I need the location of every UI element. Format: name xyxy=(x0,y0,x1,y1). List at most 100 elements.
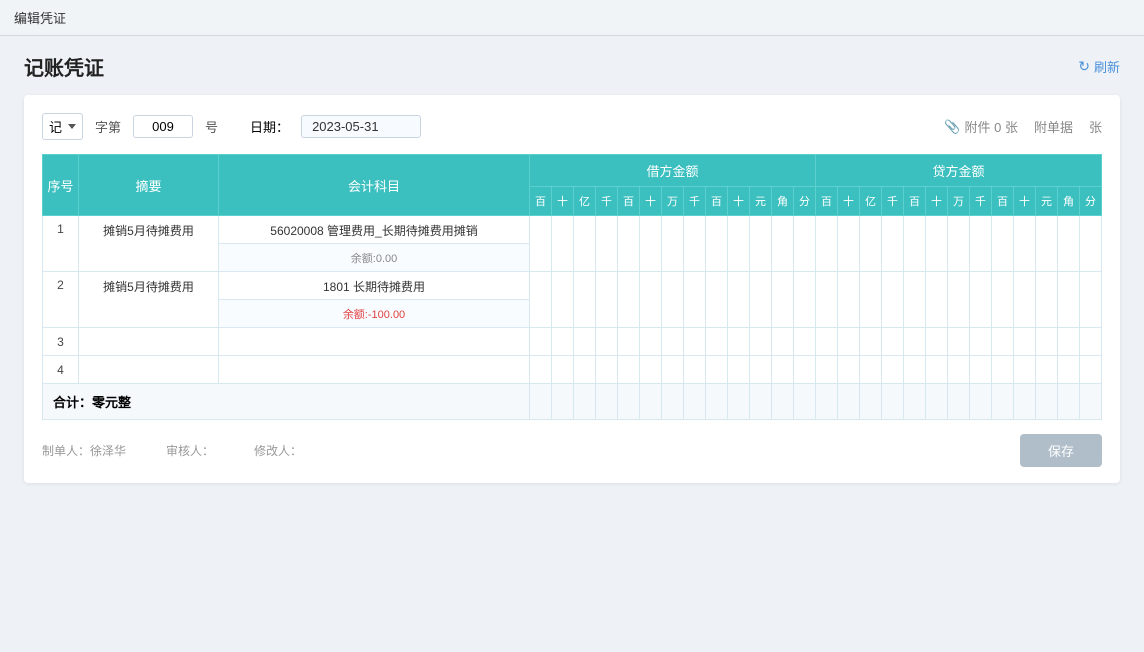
debit-cell-0-0[interactable] xyxy=(530,216,552,272)
credit-cell-0-10[interactable] xyxy=(1036,216,1058,272)
cell-summary-3[interactable] xyxy=(79,356,219,384)
debit-cell-1-7[interactable] xyxy=(684,272,706,328)
credit-cell-0-11[interactable] xyxy=(1058,216,1080,272)
cell-account-3[interactable] xyxy=(219,356,530,384)
debit-cell-0-4[interactable] xyxy=(618,216,640,272)
debit-cell-3-7[interactable] xyxy=(684,356,706,384)
debit-cell-2-12[interactable] xyxy=(794,328,816,356)
credit-cell-2-4[interactable] xyxy=(904,328,926,356)
debit-cell-0-12[interactable] xyxy=(794,216,816,272)
debit-cell-3-11[interactable] xyxy=(772,356,794,384)
debit-cell-3-1[interactable] xyxy=(552,356,574,384)
debit-cell-2-10[interactable] xyxy=(750,328,772,356)
credit-cell-1-4[interactable] xyxy=(904,272,926,328)
credit-cell-1-11[interactable] xyxy=(1058,272,1080,328)
credit-cell-2-3[interactable] xyxy=(882,328,904,356)
debit-cell-2-6[interactable] xyxy=(662,328,684,356)
credit-cell-2-5[interactable] xyxy=(926,328,948,356)
credit-cell-0-12[interactable] xyxy=(1080,216,1102,272)
debit-cell-0-3[interactable] xyxy=(596,216,618,272)
fudanju-label[interactable]: 附单据 xyxy=(1034,117,1073,136)
credit-cell-0-5[interactable] xyxy=(926,216,948,272)
debit-cell-1-0[interactable] xyxy=(530,272,552,328)
credit-cell-1-8[interactable] xyxy=(992,272,1014,328)
debit-cell-2-8[interactable] xyxy=(706,328,728,356)
cell-account-0[interactable]: 56020008 管理费用_长期待摊费用摊销 xyxy=(219,216,530,244)
debit-cell-1-1[interactable] xyxy=(552,272,574,328)
debit-cell-3-10[interactable] xyxy=(750,356,772,384)
refresh-button[interactable]: ↻ 刷新 xyxy=(1078,57,1120,76)
credit-cell-1-0[interactable] xyxy=(816,272,838,328)
debit-cell-0-6[interactable] xyxy=(662,216,684,272)
cell-summary-1[interactable]: 摊销5月待摊费用 xyxy=(79,272,219,328)
debit-cell-0-1[interactable] xyxy=(552,216,574,272)
debit-cell-1-2[interactable] xyxy=(574,272,596,328)
save-button[interactable]: 保存 xyxy=(1020,434,1102,467)
credit-cell-3-0[interactable] xyxy=(816,356,838,384)
credit-cell-3-4[interactable] xyxy=(904,356,926,384)
credit-cell-1-12[interactable] xyxy=(1080,272,1102,328)
cell-account-2[interactable] xyxy=(219,328,530,356)
ji-select[interactable]: 记 xyxy=(42,113,83,140)
credit-cell-0-7[interactable] xyxy=(970,216,992,272)
debit-cell-1-11[interactable] xyxy=(772,272,794,328)
cell-seq-0[interactable]: 1 xyxy=(43,216,79,272)
credit-cell-2-1[interactable] xyxy=(838,328,860,356)
credit-cell-3-11[interactable] xyxy=(1058,356,1080,384)
debit-cell-3-6[interactable] xyxy=(662,356,684,384)
credit-cell-0-4[interactable] xyxy=(904,216,926,272)
credit-cell-1-3[interactable] xyxy=(882,272,904,328)
debit-cell-3-5[interactable] xyxy=(640,356,662,384)
debit-cell-0-8[interactable] xyxy=(706,216,728,272)
credit-cell-2-9[interactable] xyxy=(1014,328,1036,356)
debit-cell-3-0[interactable] xyxy=(530,356,552,384)
debit-cell-1-6[interactable] xyxy=(662,272,684,328)
debit-cell-1-10[interactable] xyxy=(750,272,772,328)
debit-cell-0-7[interactable] xyxy=(684,216,706,272)
credit-cell-1-6[interactable] xyxy=(948,272,970,328)
credit-cell-1-7[interactable] xyxy=(970,272,992,328)
credit-cell-3-8[interactable] xyxy=(992,356,1014,384)
debit-cell-0-10[interactable] xyxy=(750,216,772,272)
credit-cell-3-3[interactable] xyxy=(882,356,904,384)
credit-cell-1-1[interactable] xyxy=(838,272,860,328)
credit-cell-0-9[interactable] xyxy=(1014,216,1036,272)
debit-cell-3-3[interactable] xyxy=(596,356,618,384)
debit-cell-2-11[interactable] xyxy=(772,328,794,356)
cell-summary-2[interactable] xyxy=(79,328,219,356)
debit-cell-1-3[interactable] xyxy=(596,272,618,328)
cell-seq-1[interactable]: 2 xyxy=(43,272,79,328)
debit-cell-2-4[interactable] xyxy=(618,328,640,356)
debit-cell-0-9[interactable] xyxy=(728,216,750,272)
debit-cell-3-12[interactable] xyxy=(794,356,816,384)
debit-cell-2-1[interactable] xyxy=(552,328,574,356)
debit-cell-3-9[interactable] xyxy=(728,356,750,384)
debit-cell-2-0[interactable] xyxy=(530,328,552,356)
credit-cell-0-8[interactable] xyxy=(992,216,1014,272)
cell-seq-3[interactable]: 4 xyxy=(43,356,79,384)
credit-cell-0-3[interactable] xyxy=(882,216,904,272)
debit-cell-0-2[interactable] xyxy=(574,216,596,272)
credit-cell-1-9[interactable] xyxy=(1014,272,1036,328)
debit-cell-2-7[interactable] xyxy=(684,328,706,356)
debit-cell-3-2[interactable] xyxy=(574,356,596,384)
zi-input[interactable] xyxy=(133,115,193,138)
credit-cell-3-6[interactable] xyxy=(948,356,970,384)
debit-cell-1-4[interactable] xyxy=(618,272,640,328)
debit-cell-1-9[interactable] xyxy=(728,272,750,328)
attachment-link[interactable]: 📎 附件 0 张 xyxy=(944,117,1018,136)
credit-cell-2-0[interactable] xyxy=(816,328,838,356)
credit-cell-0-2[interactable] xyxy=(860,216,882,272)
credit-cell-2-11[interactable] xyxy=(1058,328,1080,356)
credit-cell-1-10[interactable] xyxy=(1036,272,1058,328)
debit-cell-1-12[interactable] xyxy=(794,272,816,328)
debit-cell-2-9[interactable] xyxy=(728,328,750,356)
debit-cell-1-8[interactable] xyxy=(706,272,728,328)
credit-cell-2-10[interactable] xyxy=(1036,328,1058,356)
debit-cell-1-5[interactable] xyxy=(640,272,662,328)
debit-cell-0-5[interactable] xyxy=(640,216,662,272)
credit-cell-1-5[interactable] xyxy=(926,272,948,328)
credit-cell-1-2[interactable] xyxy=(860,272,882,328)
cell-account-1[interactable]: 1801 长期待摊费用 xyxy=(219,272,530,300)
debit-cell-2-3[interactable] xyxy=(596,328,618,356)
